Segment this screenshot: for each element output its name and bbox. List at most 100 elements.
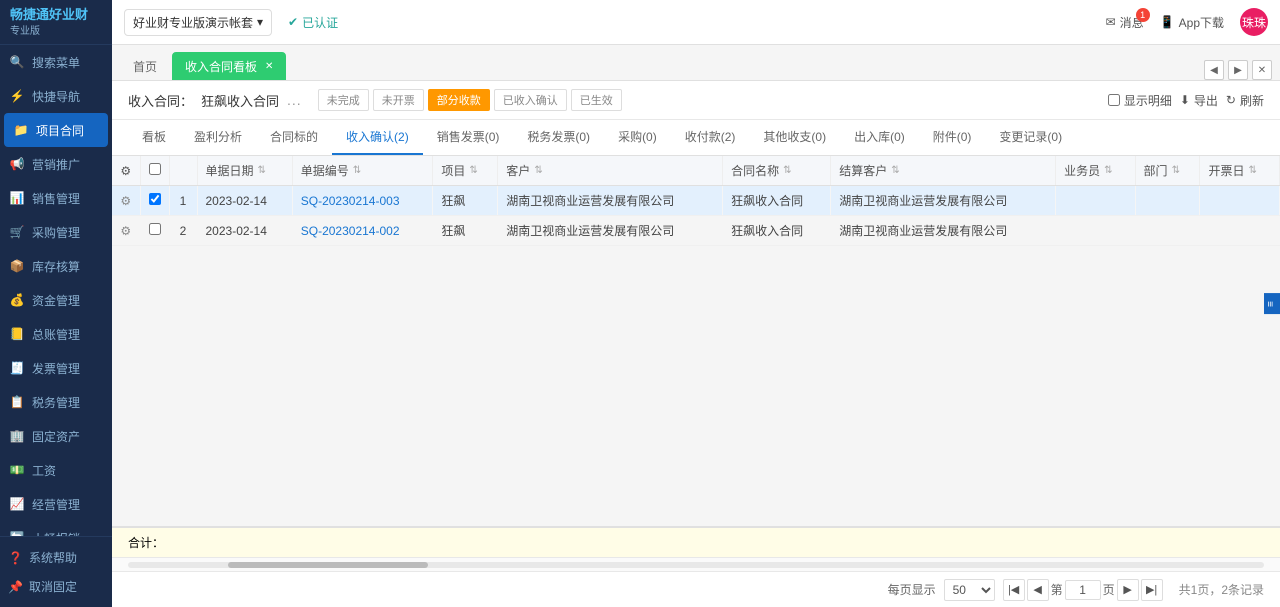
status-btn-3[interactable]: 已收入确认 <box>494 89 567 111</box>
row-id-1[interactable]: SQ-20230214-002 <box>301 224 400 238</box>
settings-gear-icon[interactable]: ⚙ <box>120 164 131 178</box>
sub-tab-5[interactable]: 税务发票(0) <box>513 120 604 155</box>
th-date[interactable]: 单据日期⇅ <box>197 156 292 186</box>
sort-icon-contract_name[interactable]: ⇅ <box>783 165 791 176</box>
refresh-button[interactable]: ↻ 刷新 <box>1226 92 1264 109</box>
app-download-button[interactable]: 📱 App下载 <box>1160 14 1224 31</box>
sidebar-item-4[interactable]: 📊销售管理 <box>0 181 112 215</box>
row-id-0[interactable]: SQ-20230214-003 <box>301 194 400 208</box>
nav-icon-13: 📈 <box>8 495 26 513</box>
status-btn-0[interactable]: 未完成 <box>318 89 369 111</box>
sidebar-item-8[interactable]: 📒总账管理 <box>0 317 112 351</box>
sub-tab-1[interactable]: 盈利分析 <box>180 120 256 155</box>
tab-close-icon[interactable]: ✕ <box>265 61 273 72</box>
sidebar-bottom-item-0[interactable]: ❓系统帮助 <box>0 543 112 572</box>
table-row[interactable]: ⚙12023-02-14SQ-20230214-003狂飙湖南卫视商业运营发展有… <box>112 186 1280 216</box>
status-btn-1[interactable]: 未开票 <box>373 89 424 111</box>
sub-tab-3[interactable]: 收入确认(2) <box>332 120 423 155</box>
row-checkbox-1[interactable] <box>149 223 161 235</box>
sort-icon-billing_date[interactable]: ⇅ <box>1248 165 1256 176</box>
sub-tab-8[interactable]: 其他收支(0) <box>749 120 840 155</box>
page-input[interactable] <box>1065 580 1101 600</box>
sub-tab-11[interactable]: 变更记录(0) <box>985 120 1076 155</box>
sidebar-item-11[interactable]: 🏢固定资产 <box>0 419 112 453</box>
sub-tab-6[interactable]: 采购(0) <box>604 120 671 155</box>
tab-nav: ◀ ▶ ✕ <box>1204 60 1272 80</box>
show-detail-checkbox[interactable] <box>1108 94 1120 106</box>
page-of-label: 页 <box>1103 581 1115 598</box>
sub-tab-7[interactable]: 收付款(2) <box>671 120 750 155</box>
row-settings-icon[interactable]: ⚙ <box>120 224 131 238</box>
tab-nav-prev[interactable]: ◀ <box>1204 60 1224 80</box>
sidebar-item-7[interactable]: 💰资金管理 <box>0 283 112 317</box>
th-customer[interactable]: 客户 ⇅ <box>498 156 723 186</box>
sort-icon-id[interactable]: ⇅ <box>353 165 361 176</box>
th-label-id: 单据编号 <box>301 162 349 179</box>
next-page-btn[interactable]: ▶ <box>1117 579 1139 601</box>
th-label-dept: 部门 <box>1144 162 1168 179</box>
tab-home[interactable]: 首页 <box>120 52 170 80</box>
horizontal-scrollbar[interactable] <box>112 557 1280 571</box>
th-id[interactable]: 单据编号 ⇅ <box>292 156 433 186</box>
first-page-btn[interactable]: |◀ <box>1003 579 1025 601</box>
tab-nav-next[interactable]: ▶ <box>1228 60 1248 80</box>
th-contract_name[interactable]: 合同名称⇅ <box>723 156 831 186</box>
tab-contract-board[interactable]: 收入合同看板✕ <box>172 52 286 80</box>
sub-tab-0[interactable]: 看板 <box>128 120 180 155</box>
th-label-customer: 客户 <box>506 162 530 179</box>
sidebar-item-1[interactable]: ⚡快捷导航 <box>0 79 112 113</box>
th-salesperson[interactable]: 业务员⇅ <box>1056 156 1135 186</box>
more-button[interactable]: ... <box>287 92 302 108</box>
sub-tab-4[interactable]: 销售发票(0) <box>423 120 514 155</box>
th-settle_customer[interactable]: 结算客户⇅ <box>831 156 1056 186</box>
avatar[interactable]: 珠珠 <box>1240 8 1268 36</box>
sidebar-item-13[interactable]: 📈经营管理 <box>0 487 112 521</box>
th-billing_date[interactable]: 开票日⇅ <box>1200 156 1280 186</box>
download-icon: 📱 <box>1160 15 1175 29</box>
sort-icon-salesperson[interactable]: ⇅ <box>1104 165 1112 176</box>
status-btn-4[interactable]: 已生效 <box>571 89 622 111</box>
row-num-0: 1 <box>180 194 187 208</box>
row-settle-0: 湖南卫视商业运营发展有限公司 <box>839 194 1007 208</box>
sort-icon-settle_customer[interactable]: ⇅ <box>891 165 899 176</box>
export-button[interactable]: ⬇ 导出 <box>1180 92 1218 109</box>
table-row[interactable]: ⚙22023-02-14SQ-20230214-002狂飙湖南卫视商业运营发展有… <box>112 216 1280 246</box>
sidebar-bottom-item-1[interactable]: 📌取消固定 <box>0 572 112 601</box>
sidebar-item-0[interactable]: 🔍搜索菜单 <box>0 45 112 79</box>
cert-icon: ✔ <box>288 15 298 29</box>
sort-icon-customer[interactable]: ⇅ <box>534 165 542 176</box>
th-project[interactable]: 项目⇅ <box>433 156 498 186</box>
right-panel-icon: ≡ <box>1264 301 1275 307</box>
select-all-checkbox[interactable] <box>149 163 161 175</box>
sub-tab-10[interactable]: 附件(0) <box>919 120 986 155</box>
sidebar-item-2[interactable]: 📁项目合同 <box>4 113 108 147</box>
sidebar-item-6[interactable]: 📦库存核算 <box>0 249 112 283</box>
status-btn-2[interactable]: 部分收款 <box>428 89 490 111</box>
sidebar-item-3[interactable]: 📢营销推广 <box>0 147 112 181</box>
message-button[interactable]: ✉ 消息 1 <box>1106 14 1144 31</box>
scrollbar-track[interactable] <box>128 562 1264 568</box>
sidebar-item-12[interactable]: 💵工资 <box>0 453 112 487</box>
row-settings-icon[interactable]: ⚙ <box>120 194 131 208</box>
scrollbar-thumb[interactable] <box>228 562 428 568</box>
th-dept[interactable]: 部门 ⇅ <box>1135 156 1200 186</box>
sidebar-item-9[interactable]: 🧾发票管理 <box>0 351 112 385</box>
row-contract-0: 狂飙收入合同 <box>731 194 803 208</box>
show-detail-toggle[interactable]: 显示明细 <box>1108 92 1172 109</box>
prev-page-btn[interactable]: ◀ <box>1027 579 1049 601</box>
per-page-select[interactable]: 50 100 200 <box>944 579 995 601</box>
bottom-label-0: 系统帮助 <box>29 549 77 566</box>
sidebar-item-14[interactable]: 🔄小畅报销 <box>0 521 112 536</box>
row-checkbox-0[interactable] <box>149 193 161 205</box>
sidebar-item-5[interactable]: 🛒采购管理 <box>0 215 112 249</box>
tab-close[interactable]: ✕ <box>1252 60 1272 80</box>
sub-tab-2[interactable]: 合同标的 <box>256 120 332 155</box>
last-page-btn[interactable]: ▶| <box>1141 579 1163 601</box>
right-panel[interactable]: ≡ <box>1264 293 1280 315</box>
sidebar-item-10[interactable]: 📋税务管理 <box>0 385 112 419</box>
sort-icon-dept[interactable]: ⇅ <box>1172 165 1180 176</box>
sort-icon-project[interactable]: ⇅ <box>469 165 477 176</box>
sub-tab-9[interactable]: 出入库(0) <box>840 120 919 155</box>
company-selector[interactable]: 好业财专业版演示帐套 ▾ <box>124 9 272 36</box>
sort-icon-date[interactable]: ⇅ <box>258 165 266 176</box>
